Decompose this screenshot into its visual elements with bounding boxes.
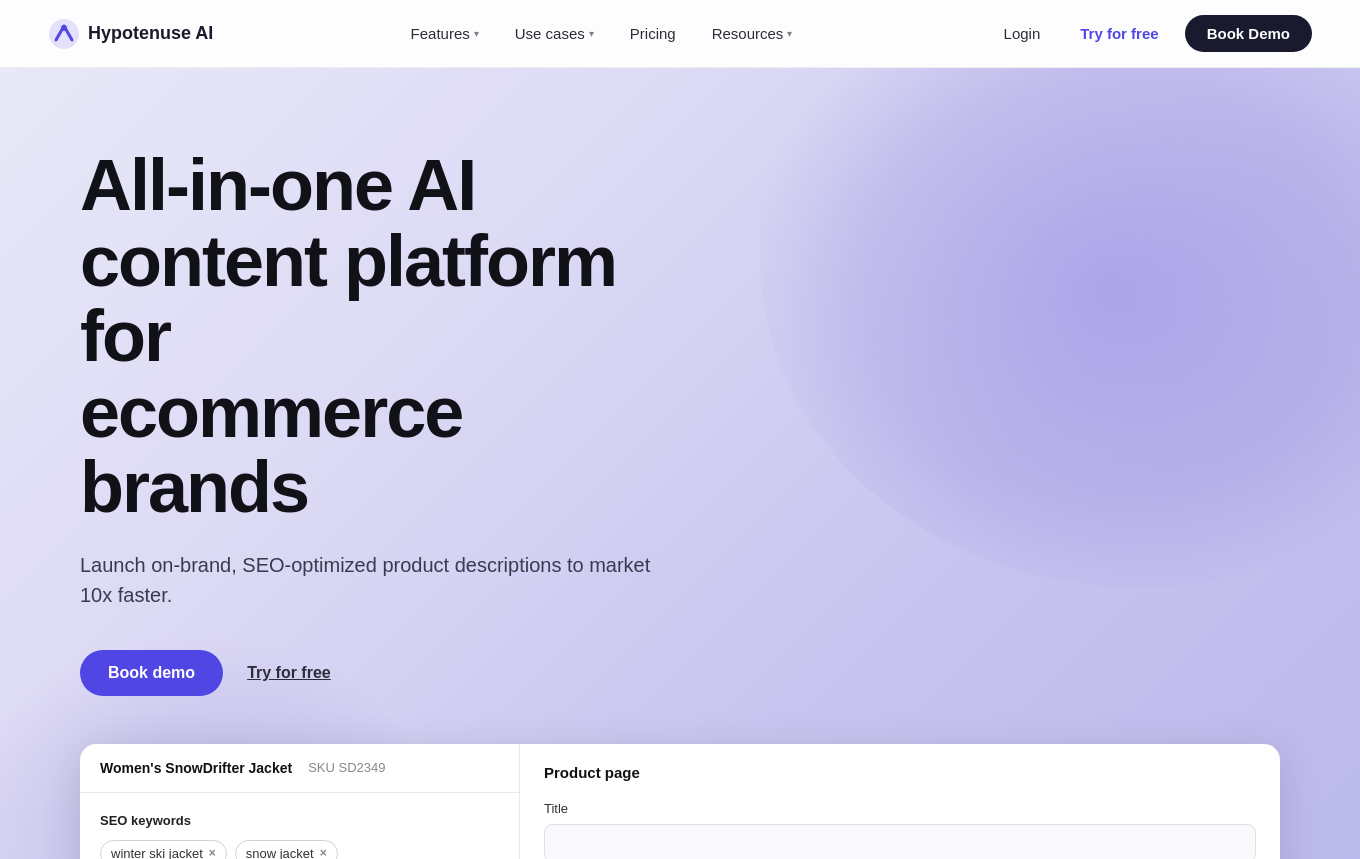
hero-title: All-in-one AI content platform for ecomm… [80,148,680,526]
hero-try-button[interactable]: Try for free [247,664,331,682]
chevron-down-icon: ▾ [589,28,594,39]
logo-link[interactable]: Hypotenuse AI [48,18,213,50]
tag-winter-ski-jacket: winter ski jacket × [100,840,227,859]
nav-pricing[interactable]: Pricing [616,17,690,50]
demo-left-panel: Women's SnowDrifter Jacket SKU SD2349 SE… [80,744,520,859]
svg-point-0 [49,19,79,49]
remove-tag-icon[interactable]: × [320,846,327,859]
svg-point-1 [61,25,67,31]
demo-tab-bar: Women's SnowDrifter Jacket SKU SD2349 [80,744,519,793]
demo-widget: Women's SnowDrifter Jacket SKU SD2349 SE… [80,744,1280,859]
logo-icon [48,18,80,50]
seo-keywords-label: SEO keywords [100,813,499,828]
remove-tag-icon[interactable]: × [209,846,216,859]
nav-resources[interactable]: Resources ▾ [698,17,807,50]
hero-subtitle: Launch on-brand, SEO-optimized product d… [80,550,680,610]
nav-features[interactable]: Features ▾ [397,17,493,50]
tag-snow-jacket: snow jacket × [235,840,338,859]
seo-keywords-tags: winter ski jacket × snow jacket × [100,840,499,859]
title-field-label: Title [544,801,1256,816]
login-button[interactable]: Login [990,17,1055,50]
nav-actions: Login Try for free Book Demo [990,15,1312,52]
nav-links: Features ▾ Use cases ▾ Pricing Resources… [397,17,807,50]
demo-left-body: SEO keywords winter ski jacket × snow ja… [80,793,519,859]
hero-ctas: Book demo Try for free [80,650,680,696]
chevron-down-icon: ▾ [787,28,792,39]
try-for-free-button[interactable]: Try for free [1066,17,1172,50]
demo-right-panel: Product page Title Description [520,744,1280,859]
hero-section: All-in-one AI content platform for ecomm… [0,68,1360,859]
demo-sku: SKU SD2349 [308,760,385,775]
demo-product-name: Women's SnowDrifter Jacket [100,760,292,776]
logo-text: Hypotenuse AI [88,23,213,44]
hero-content: All-in-one AI content platform for ecomm… [0,148,760,696]
navbar: Hypotenuse AI Features ▾ Use cases ▾ Pri… [0,0,1360,68]
nav-use-cases[interactable]: Use cases ▾ [501,17,608,50]
product-page-title: Product page [544,764,1256,781]
title-input[interactable] [544,824,1256,859]
hero-book-demo-button[interactable]: Book demo [80,650,223,696]
book-demo-button[interactable]: Book Demo [1185,15,1312,52]
chevron-down-icon: ▾ [474,28,479,39]
